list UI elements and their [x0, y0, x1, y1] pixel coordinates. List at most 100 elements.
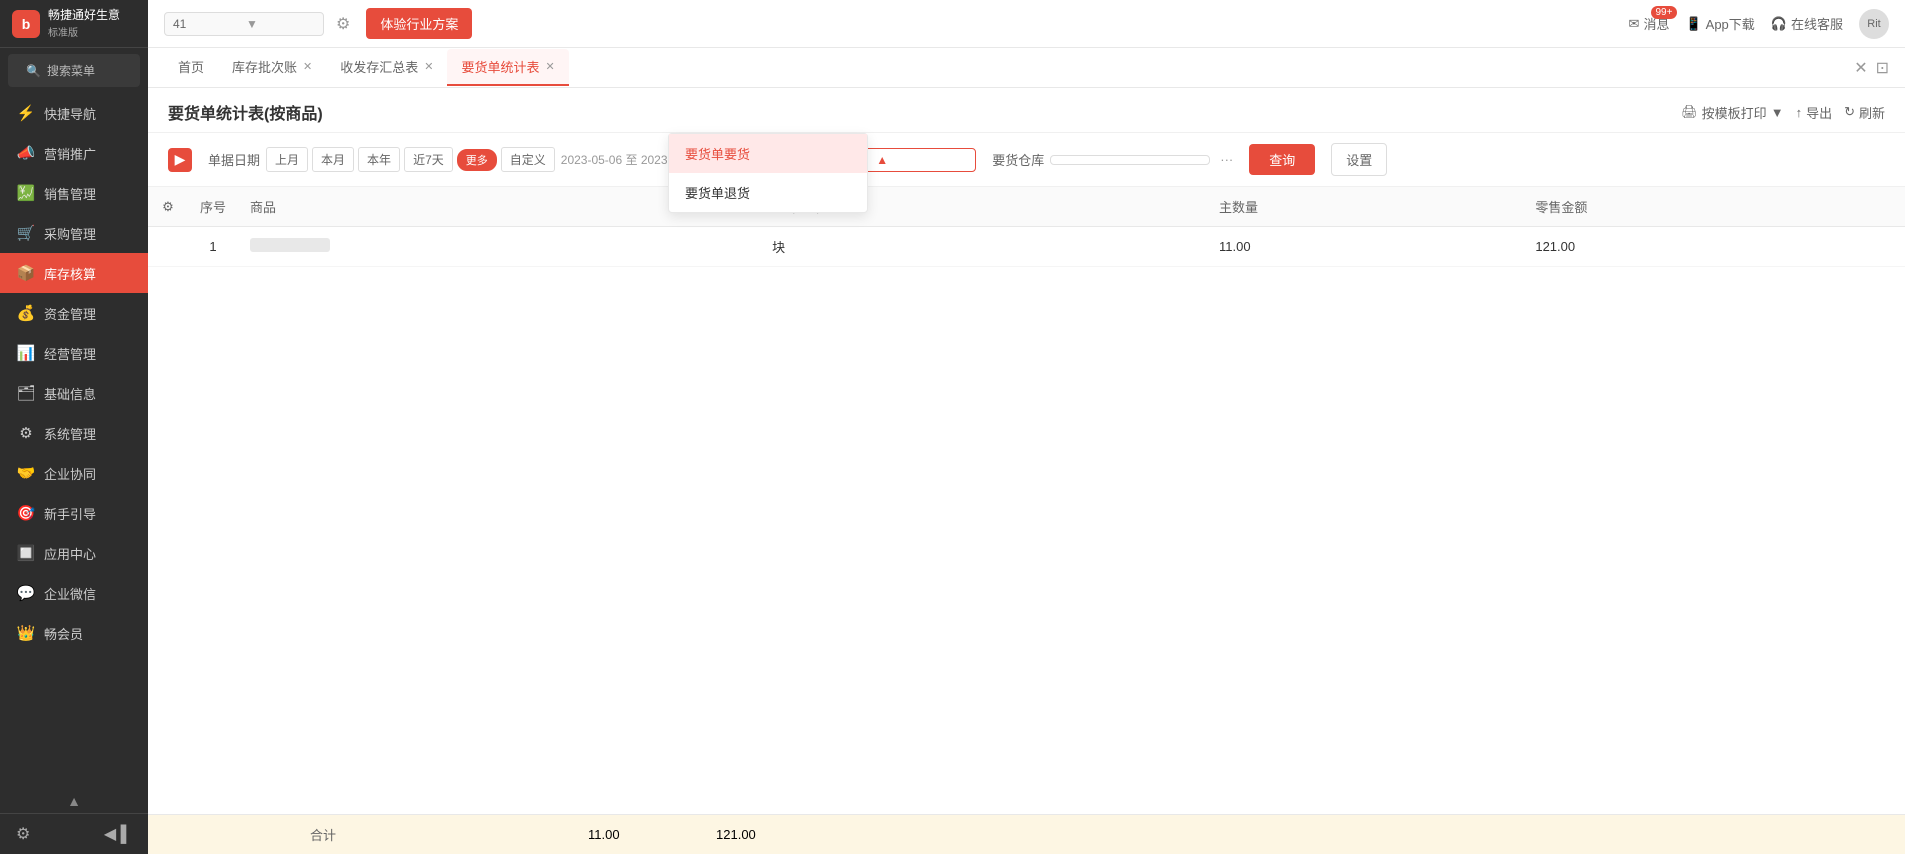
sidebar-item-basic[interactable]: 🗂 基础信息 — [0, 373, 148, 413]
sidebar-item-guide[interactable]: 🎯 新手引导 — [0, 493, 148, 533]
sidebar-bottom: ⚙ ◀ ▌ — [0, 813, 148, 854]
tab-recv-summary[interactable]: 收发存汇总表 ✕ — [326, 49, 447, 86]
cell-quantity: 11.00 — [1207, 227, 1523, 267]
table-header: ⚙ 序号 商品 主计量单位 主数量 零售金额 — [148, 187, 1905, 227]
page-actions: 🖨 按模板打印 ▼ ↑ 导出 ↻ 刷新 — [1681, 103, 1885, 122]
tab-recv-summary-close[interactable]: ✕ — [424, 60, 433, 73]
date-btn-7days[interactable]: 近7天 — [404, 147, 453, 172]
main-content: 41 ▼ ⚙ 体验行业方案 ✉ 消息 99+ 📱 App下载 🎧 在线客服 Ri… — [148, 0, 1905, 854]
app-icon: 📱 — [1685, 16, 1701, 32]
quick-nav-icon: ⚡ — [16, 103, 36, 123]
apps-icon: 🔲 — [16, 543, 36, 563]
results-table: ⚙ 序号 商品 主计量单位 主数量 零售金额 1 — [148, 187, 1905, 267]
refresh-btn[interactable]: ↻ 刷新 — [1844, 103, 1885, 122]
user-label: Rit — [1867, 18, 1880, 30]
cell-unit: 块 — [760, 227, 1207, 267]
date-btn-custom[interactable]: 自定义 — [501, 147, 555, 172]
sidebar-item-system[interactable]: ⚙ 系统管理 — [0, 413, 148, 453]
store-selector[interactable]: 41 ▼ — [164, 12, 324, 36]
date-label: 单据日期 — [208, 150, 260, 169]
cell-product — [238, 227, 760, 267]
online-service-btn[interactable]: 🎧 在线客服 — [1771, 14, 1843, 33]
sidebar-item-operation[interactable]: 📊 经营管理 — [0, 333, 148, 373]
sidebar-item-inventory[interactable]: 📦 库存核算 — [0, 253, 148, 293]
dropdown-item-order-return[interactable]: 要货单退货 — [669, 173, 867, 212]
inventory-icon: 📦 — [16, 263, 36, 283]
date-btn-more[interactable]: 更多 — [457, 149, 497, 171]
topbar-gear-icon[interactable]: ⚙ — [336, 14, 350, 34]
print-arrow-icon: ▼ — [1771, 105, 1784, 120]
tab-home[interactable]: 首页 — [164, 49, 218, 86]
tab-order-summary-label: 要货单统计表 — [461, 57, 539, 76]
sidebar-item-marketing[interactable]: 📣 营销推广 — [0, 133, 148, 173]
page-header: 要货单统计表(按商品) 🖨 按模板打印 ▼ ↑ 导出 ↻ 刷新 — [148, 88, 1905, 133]
sidebar-item-label: 基础信息 — [44, 384, 96, 403]
close-all-tabs-btn[interactable]: ✕ — [1854, 58, 1867, 78]
export-btn[interactable]: ↑ 导出 — [1796, 103, 1833, 122]
operation-icon: 📊 — [16, 343, 36, 363]
settings-btn[interactable]: 设置 — [1331, 143, 1387, 176]
settings-icon[interactable]: ⚙ — [16, 824, 30, 844]
sidebar-item-label: 资金管理 — [44, 304, 96, 323]
messages-btn[interactable]: ✉ 消息 99+ — [1629, 14, 1670, 33]
sidebar-item-label: 企业微信 — [44, 584, 96, 603]
page-title: 要货单统计表(按商品) — [168, 100, 323, 124]
tab-batch-account-close[interactable]: ✕ — [303, 60, 312, 73]
sidebar-item-finance[interactable]: 💰 资金管理 — [0, 293, 148, 333]
app-download-btn[interactable]: 📱 App下载 — [1685, 14, 1754, 33]
tab-order-summary[interactable]: 要货单统计表 ✕ — [447, 49, 568, 86]
sidebar-item-sales[interactable]: 💹 销售管理 — [0, 173, 148, 213]
filter-more-icon[interactable]: ··· — [1220, 152, 1233, 167]
tab-batch-account-label: 库存批次账 — [232, 57, 297, 76]
warehouse-select[interactable] — [1050, 155, 1210, 165]
sidebar-logo: b 畅捷通好生意 标准版 — [0, 0, 148, 48]
footer-label: 合计 — [310, 825, 336, 844]
footer-amount: 121.00 — [716, 827, 836, 842]
sidebar-item-label: 应用中心 — [44, 544, 96, 563]
sidebar-item-quick-nav[interactable]: ⚡ 快捷导航 — [0, 93, 148, 133]
enterprise-icon: 🤝 — [16, 463, 36, 483]
col-header-settings[interactable]: ⚙ — [148, 187, 188, 227]
purchase-icon: 🛒 — [16, 223, 36, 243]
warehouse-label: 要货仓库 — [992, 150, 1044, 169]
collapse-icon[interactable]: ◀ ▌ — [104, 824, 132, 844]
cell-amount: 121.00 — [1523, 227, 1905, 267]
table-body: 1 块 11.00 121.00 — [148, 227, 1905, 267]
sidebar-item-apps[interactable]: 🔲 应用中心 — [0, 533, 148, 573]
sales-icon: 💹 — [16, 183, 36, 203]
expand-tabs-btn[interactable]: ⊡ — [1876, 58, 1889, 78]
filter-expand-btn[interactable]: ▶ — [168, 148, 192, 172]
dropdown-item-order-goods[interactable]: 要货单要货 — [669, 134, 867, 173]
sidebar-item-label: 经营管理 — [44, 344, 96, 363]
sidebar-scroll-up[interactable]: ▲ — [0, 789, 148, 813]
sidebar-item-purchase[interactable]: 🛒 采购管理 — [0, 213, 148, 253]
user-avatar[interactable]: Rit — [1859, 9, 1889, 39]
topbar: 41 ▼ ⚙ 体验行业方案 ✉ 消息 99+ 📱 App下载 🎧 在线客服 Ri… — [148, 0, 1905, 48]
tabs-bar: 首页 库存批次账 ✕ 收发存汇总表 ✕ 要货单统计表 ✕ ✕ ⊡ — [148, 48, 1905, 88]
query-btn[interactable]: 查询 — [1249, 144, 1315, 175]
guide-icon: 🎯 — [16, 503, 36, 523]
sidebar-item-label: 库存核算 — [44, 264, 96, 283]
app-sub: 标准版 — [48, 24, 120, 39]
page-content: 要货单统计表(按商品) 🖨 按模板打印 ▼ ↑ 导出 ↻ 刷新 ▶ — [148, 88, 1905, 854]
footer-quantity: 11.00 — [576, 827, 696, 842]
warehouse-filter-group: 要货仓库 ··· — [992, 150, 1233, 169]
date-btn-this-month[interactable]: 本月 — [312, 147, 354, 172]
topbar-left: 41 ▼ ⚙ 体验行业方案 — [164, 8, 1629, 39]
sidebar-search[interactable]: 🔍 搜索菜单 — [8, 54, 140, 87]
filter-bar: ▶ 单据日期 上月 本月 本年 近7天 更多 自定义 2023-05-06 至 … — [148, 133, 1905, 187]
sidebar-item-label: 快捷导航 — [44, 104, 96, 123]
sidebar-item-wechat[interactable]: 💬 企业微信 — [0, 573, 148, 613]
date-btn-this-year[interactable]: 本年 — [358, 147, 400, 172]
tab-order-summary-close[interactable]: ✕ — [546, 60, 555, 73]
tab-batch-account[interactable]: 库存批次账 ✕ — [218, 49, 326, 86]
sidebar-item-enterprise[interactable]: 🤝 企业协同 — [0, 453, 148, 493]
tabs-actions: ✕ ⊡ — [1854, 58, 1889, 78]
trial-btn[interactable]: 体验行业方案 — [366, 8, 472, 39]
print-btn[interactable]: 🖨 按模板打印 ▼ — [1681, 103, 1783, 122]
cell-settings — [148, 227, 188, 267]
sidebar-item-vip[interactable]: 👑 畅会员 — [0, 613, 148, 653]
dropdown-item-label: 要货单要货 — [685, 147, 750, 162]
date-btn-prev-month[interactable]: 上月 — [266, 147, 308, 172]
scroll-up-btn[interactable]: ▲ — [67, 793, 81, 809]
